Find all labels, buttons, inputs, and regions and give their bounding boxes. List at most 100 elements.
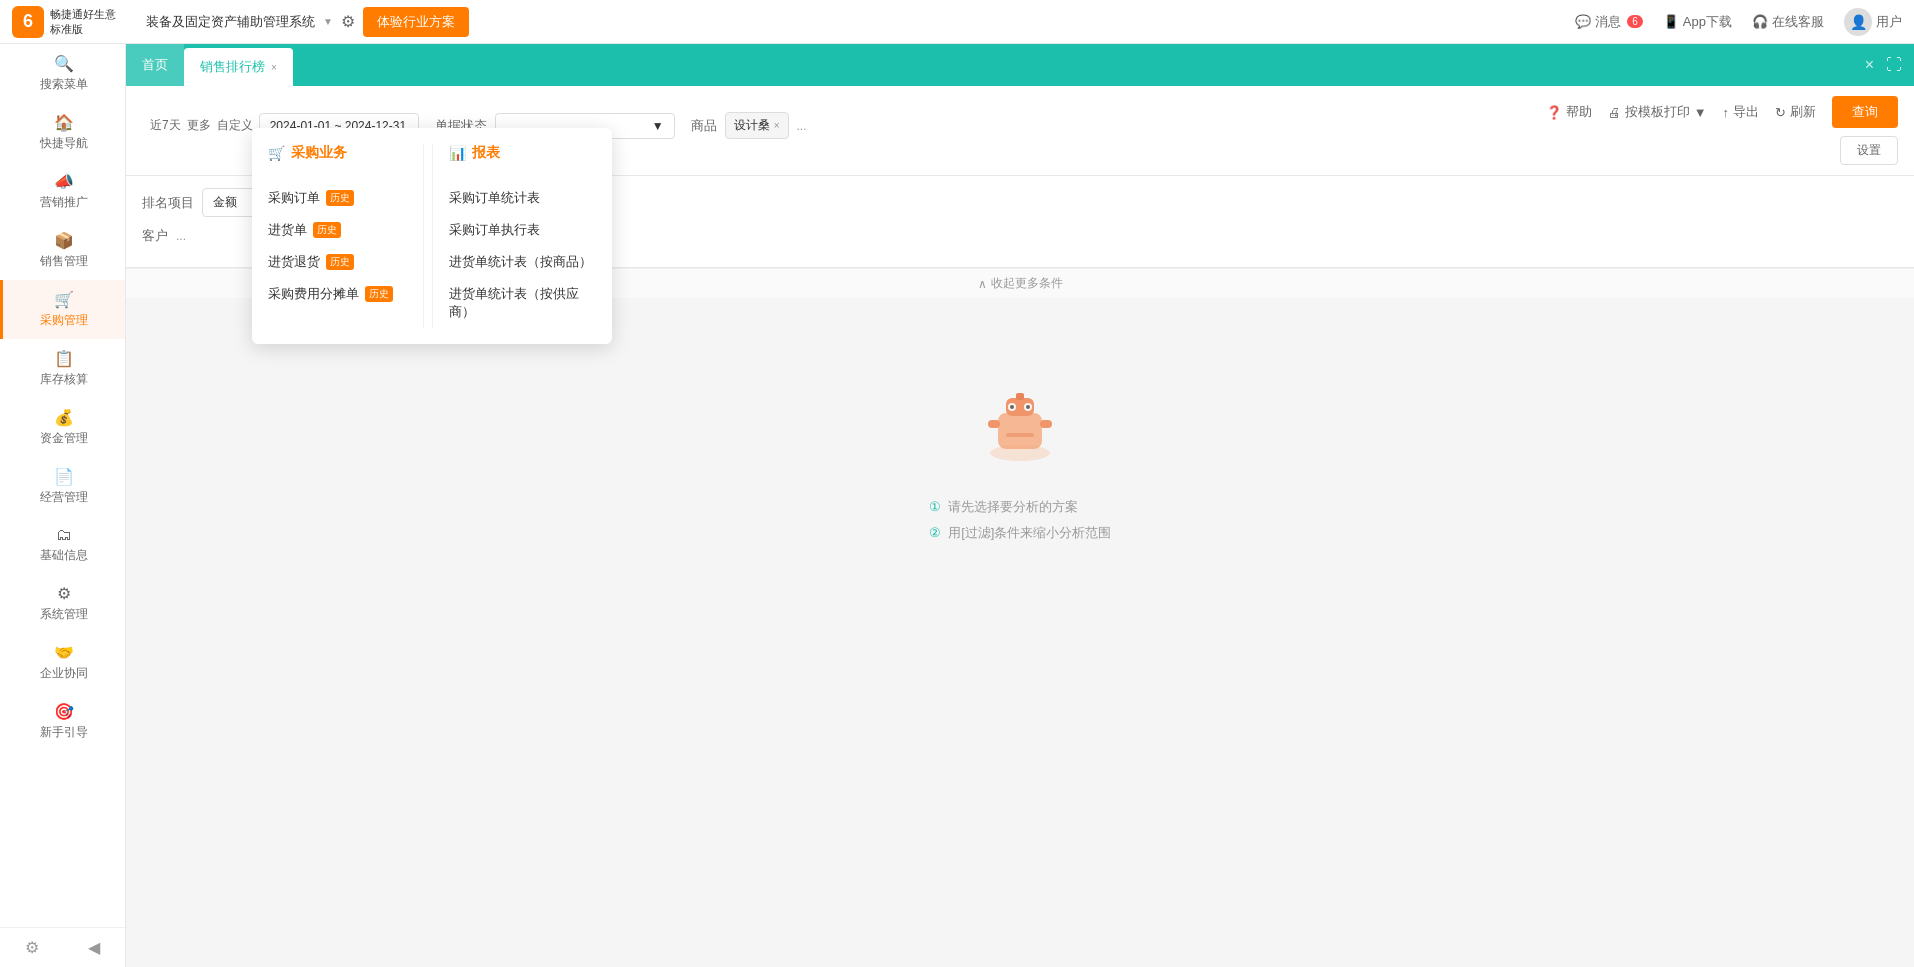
system-dropdown-arrow[interactable]: ▼	[323, 16, 333, 27]
date-7days-btn[interactable]: 近7天	[150, 117, 181, 134]
header-actions: ❓ 帮助 🖨 按模板打印 ▼ ↑ 导出	[1546, 96, 1898, 128]
sidebar-item-search[interactable]: 🔍 搜索菜单	[0, 44, 125, 103]
sidebar-settings-icon[interactable]: ⚙	[25, 938, 39, 957]
tab-close-icon[interactable]: ×	[271, 62, 277, 73]
message-icon: 💬	[1575, 14, 1591, 29]
user-item[interactable]: 👤 用户	[1844, 8, 1902, 36]
sidebar-item-inventory[interactable]: 📋 库存核算	[0, 339, 125, 398]
tab-close-window-icon[interactable]: ×	[1865, 56, 1874, 74]
menu-item-进货单统计表按供应商[interactable]: 进货单统计表（按供应商）	[449, 278, 596, 328]
industry-button[interactable]: 体验行业方案	[363, 7, 469, 37]
app-download-item[interactable]: 📱 App下载	[1663, 13, 1732, 31]
goods-tag: 设计桑 ×	[725, 112, 789, 139]
sidebar-label-basic: 基础信息	[40, 547, 88, 564]
help-action[interactable]: ❓ 帮助	[1546, 103, 1592, 121]
menu-item-采购订单统计表[interactable]: 采购订单统计表	[449, 182, 596, 214]
app-container: 6 畅捷通好生意 标准版 装备及固定资产辅助管理系统 ▼ ⚙ 体验行业方案 💬 …	[0, 0, 1914, 967]
menu-item-采购订单执行表[interactable]: 采购订单执行表	[449, 214, 596, 246]
sidebar-items: 🔍 搜索菜单 🏠 快捷导航 📣 营销推广 📦 销售管理 🛒 采购管理 📋 库存核…	[0, 44, 125, 751]
empty-illustration	[970, 378, 1070, 478]
marketing-icon: 📣	[54, 172, 74, 191]
headset-icon: 🎧	[1752, 14, 1768, 29]
tab-maximize-icon[interactable]: ⛶	[1886, 56, 1902, 74]
system-icon: ⚙	[57, 584, 71, 603]
sidebar-item-sales[interactable]: 📦 销售管理	[0, 221, 125, 280]
sidebar-item-finance[interactable]: 💰 资金管理	[0, 398, 125, 457]
goods-tag-close[interactable]: ×	[774, 120, 780, 131]
dropdown-menu: 🛒 采购业务 采购订单 历史 进货单 历史 进货退货 历史 采购费用分摊单 历史…	[252, 128, 612, 344]
system-gear-icon[interactable]: ⚙	[341, 12, 355, 31]
tab-sales-rank[interactable]: 销售排行榜 ×	[184, 48, 293, 86]
quicknav-icon: 🏠	[54, 113, 74, 132]
inventory-icon: 📋	[54, 349, 74, 368]
messages-badge: 6	[1627, 15, 1643, 28]
menu-item-进货单[interactable]: 进货单 历史	[268, 214, 415, 246]
query-button[interactable]: 查询	[1832, 96, 1898, 128]
svg-rect-1	[998, 413, 1042, 449]
newuser-icon: 🎯	[54, 702, 74, 721]
business-icon: 📄	[54, 467, 74, 486]
menu-item-进货退货[interactable]: 进货退货 历史	[268, 246, 415, 278]
svg-rect-8	[1006, 433, 1034, 437]
top-right: 💬 消息 6 📱 App下载 🎧 在线客服 👤 用户	[1575, 8, 1902, 36]
menu-item-进货单统计表按商品[interactable]: 进货单统计表（按商品）	[449, 246, 596, 278]
purchase-section-title: 🛒 采购业务	[268, 144, 415, 170]
goods-more[interactable]: ...	[797, 119, 807, 133]
finance-icon: 💰	[54, 408, 74, 427]
report-section-icon: 📊	[449, 145, 466, 161]
sidebar-label-business: 经营管理	[40, 489, 88, 506]
basic-icon: 🗂	[56, 526, 72, 544]
doc-status-arrow: ▼	[652, 119, 664, 133]
sidebar-item-business[interactable]: 📄 经营管理	[0, 457, 125, 516]
purchase-section: 🛒 采购业务 采购订单 历史 进货单 历史 进货退货 历史 采购费用分摊单 历史	[268, 144, 415, 328]
sidebar-item-purchase[interactable]: 🛒 采购管理	[0, 280, 125, 339]
tip1: ① 请先选择要分析的方案	[929, 494, 1112, 520]
messages-item[interactable]: 💬 消息 6	[1575, 13, 1643, 31]
menu-item-采购费用分摊单[interactable]: 采购费用分摊单 历史	[268, 278, 415, 310]
sidebar: 🔍 搜索菜单 🏠 快捷导航 📣 营销推广 📦 销售管理 🛒 采购管理 📋 库存核…	[0, 44, 126, 967]
header-right-actions: ❓ 帮助 🖨 按模板打印 ▼ ↑ 导出	[1546, 96, 1898, 165]
main-area: 🔍 搜索菜单 🏠 快捷导航 📣 营销推广 📦 销售管理 🛒 采购管理 📋 库存核…	[0, 44, 1914, 967]
sidebar-item-newuser[interactable]: 🎯 新手引导	[0, 692, 125, 751]
menu-item-采购订单[interactable]: 采购订单 历史	[268, 182, 415, 214]
sidebar-item-basic[interactable]: 🗂 基础信息	[0, 516, 125, 574]
date-custom-btn[interactable]: 自定义	[217, 117, 253, 134]
sidebar-collapse-icon[interactable]: ◀	[88, 938, 100, 957]
svg-point-6	[1026, 405, 1030, 409]
sidebar-label-quicknav: 快捷导航	[40, 135, 88, 152]
customer-label: 客户	[142, 227, 168, 245]
sidebar-bottom: ⚙ ◀	[0, 927, 125, 967]
purchase-items: 采购订单 历史 进货单 历史 进货退货 历史 采购费用分摊单 历史	[268, 182, 415, 310]
tab-home[interactable]: 首页	[126, 44, 184, 86]
purchase-section-icon: 🛒	[268, 145, 285, 161]
svg-point-5	[1010, 405, 1014, 409]
empty-state: ① 请先选择要分析的方案 ② 用[过滤]条件来缩小分析范围	[126, 298, 1914, 626]
report-items: 采购订单统计表采购订单执行表进货单统计表（按商品）进货单统计表（按供应商）	[449, 182, 596, 328]
system-name: 装备及固定资产辅助管理系统	[146, 13, 315, 31]
print-action[interactable]: 🖨 按模板打印 ▼	[1608, 103, 1707, 121]
settings-button[interactable]: 设置	[1840, 136, 1898, 165]
sidebar-item-quicknav[interactable]: 🏠 快捷导航	[0, 103, 125, 162]
date-more-btn[interactable]: 更多	[187, 117, 211, 134]
tab-actions: × ⛶	[1865, 56, 1914, 74]
sidebar-item-marketing[interactable]: 📣 营销推广	[0, 162, 125, 221]
print-dropdown-arrow[interactable]: ▼	[1694, 105, 1707, 120]
history-badge: 历史	[313, 222, 341, 238]
history-badge: 历史	[365, 286, 393, 302]
print-icon: 🖨	[1608, 105, 1621, 120]
logo-text: 畅捷通好生意 标准版	[50, 7, 116, 36]
help-icon: ❓	[1546, 105, 1562, 120]
empty-tips: ① 请先选择要分析的方案 ② 用[过滤]条件来缩小分析范围	[929, 494, 1112, 546]
export-action[interactable]: ↑ 导出	[1723, 103, 1760, 121]
sidebar-item-enterprise[interactable]: 🤝 企业协同	[0, 633, 125, 692]
online-service-item[interactable]: 🎧 在线客服	[1752, 13, 1824, 31]
top-logo: 6 畅捷通好生意 标准版	[12, 6, 138, 38]
customer-more[interactable]: ...	[176, 229, 186, 243]
top-bar: 6 畅捷通好生意 标准版 装备及固定资产辅助管理系统 ▼ ⚙ 体验行业方案 💬 …	[0, 0, 1914, 44]
refresh-action[interactable]: ↻ 刷新	[1775, 103, 1816, 121]
refresh-icon: ↻	[1775, 105, 1786, 120]
top-system: 装备及固定资产辅助管理系统 ▼ ⚙	[146, 12, 355, 31]
tab-bar: 首页 销售排行榜 × × ⛶	[126, 44, 1914, 86]
sidebar-item-system[interactable]: ⚙ 系统管理	[0, 574, 125, 633]
sidebar-label-newuser: 新手引导	[40, 724, 88, 741]
